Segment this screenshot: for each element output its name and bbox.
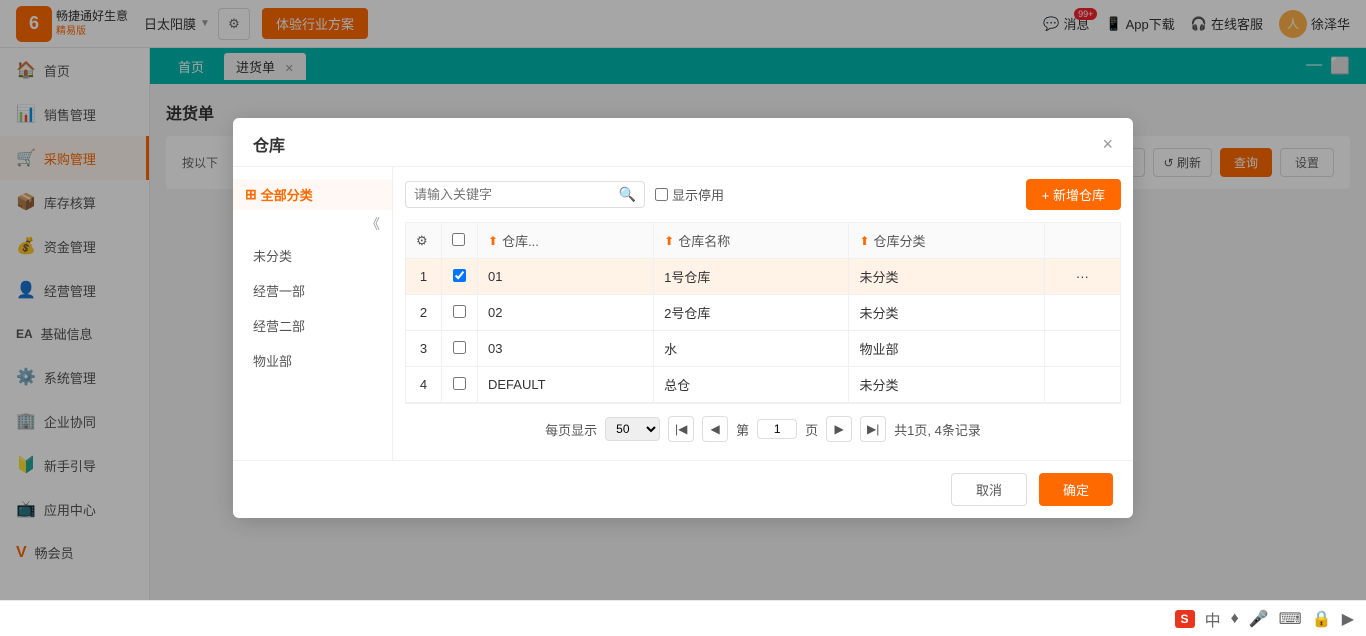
language-icon[interactable]: 中 bbox=[1205, 607, 1221, 631]
td-category: 未分类 bbox=[849, 259, 1044, 295]
category-item-dept1[interactable]: 经营一部 bbox=[233, 273, 392, 308]
td-name: 总仓 bbox=[654, 367, 849, 403]
pagination: 每页显示 50 10 20 100 |◀ ◀ 第 页 ▶ ▶| 共1页, 4条记… bbox=[405, 403, 1121, 448]
modal-close-button[interactable]: × bbox=[1102, 135, 1113, 153]
table-toolbar: 🔍 显示停用 + 新增仓库 bbox=[405, 179, 1121, 210]
page-number-input[interactable] bbox=[757, 419, 797, 439]
sort-name-icon: ⬆ bbox=[664, 234, 674, 248]
add-warehouse-button[interactable]: + 新增仓库 bbox=[1026, 179, 1121, 210]
page-prev-button[interactable]: ◀ bbox=[702, 416, 728, 442]
mic-icon[interactable]: 🎤 bbox=[1249, 609, 1269, 629]
td-category: 未分类 bbox=[849, 367, 1044, 403]
table-row[interactable]: 1 01 1号仓库 未分类 ··· bbox=[406, 259, 1121, 295]
table-header: ⚙ ⬆ 仓库... bbox=[406, 223, 1121, 259]
page-next-button[interactable]: ▶ bbox=[826, 416, 852, 442]
td-code: 01 bbox=[478, 259, 654, 295]
confirm-button[interactable]: 确定 bbox=[1039, 473, 1113, 506]
sort-category-icon: ⬆ bbox=[859, 234, 869, 248]
th-actions bbox=[1044, 223, 1120, 259]
search-icon[interactable]: 🔍 bbox=[619, 186, 636, 203]
td-checkbox[interactable] bbox=[442, 295, 478, 331]
category-item-unclassified[interactable]: 未分类 bbox=[233, 238, 392, 273]
sort-code-icon: ⬆ bbox=[488, 234, 498, 248]
table-row[interactable]: 4 DEFAULT 总仓 未分类 bbox=[406, 367, 1121, 403]
cancel-button[interactable]: 取消 bbox=[951, 473, 1027, 506]
page-total-info: 共1页, 4条记录 bbox=[894, 420, 981, 439]
category-item-dept2[interactable]: 经营二部 bbox=[233, 308, 392, 343]
table-row[interactable]: 3 03 水 物业部 bbox=[406, 331, 1121, 367]
td-code: 03 bbox=[478, 331, 654, 367]
td-row-actions[interactable] bbox=[1044, 295, 1120, 331]
td-name: 1号仓库 bbox=[654, 259, 849, 295]
modal-footer: 取消 确定 bbox=[233, 460, 1133, 518]
modal-overlay: 仓库 × ⊞ 全部分类 《 未分类 经营一部 bbox=[0, 0, 1366, 636]
td-code: 02 bbox=[478, 295, 654, 331]
modal-title: 仓库 bbox=[253, 132, 285, 156]
td-row-actions[interactable] bbox=[1044, 331, 1120, 367]
th-category: ⬆ 仓库分类 bbox=[849, 223, 1044, 259]
show-disabled-label: 显示停用 bbox=[655, 185, 724, 204]
th-check bbox=[442, 223, 478, 259]
play-icon[interactable]: ▶ bbox=[1342, 609, 1354, 629]
td-no: 3 bbox=[406, 331, 442, 367]
diamond-icon[interactable]: ♦ bbox=[1231, 610, 1239, 628]
td-name: 水 bbox=[654, 331, 849, 367]
search-box: 🔍 bbox=[405, 181, 645, 208]
td-no: 4 bbox=[406, 367, 442, 403]
table-row[interactable]: 2 02 2号仓库 未分类 bbox=[406, 295, 1121, 331]
table-panel: 🔍 显示停用 + 新增仓库 bbox=[393, 167, 1133, 460]
brand-s-icon: S bbox=[1175, 610, 1195, 628]
td-checkbox[interactable] bbox=[442, 331, 478, 367]
page-last-button[interactable]: ▶| bbox=[860, 416, 886, 442]
td-name: 2号仓库 bbox=[654, 295, 849, 331]
collapse-button[interactable]: 《 bbox=[362, 210, 384, 238]
table-container: ⚙ ⬆ 仓库... bbox=[405, 222, 1121, 403]
keyboard-icon[interactable]: ⌨ bbox=[1279, 609, 1302, 629]
page-size-select[interactable]: 50 10 20 100 bbox=[605, 417, 660, 441]
warehouse-modal: 仓库 × ⊞ 全部分类 《 未分类 经营一部 bbox=[233, 118, 1133, 518]
select-all-checkbox[interactable] bbox=[452, 233, 465, 246]
td-checkbox[interactable] bbox=[442, 259, 478, 295]
modal-body: ⊞ 全部分类 《 未分类 经营一部 经营二部 物业部 bbox=[233, 167, 1133, 460]
lock-icon[interactable]: 🔒 bbox=[1312, 609, 1332, 629]
td-category: 物业部 bbox=[849, 331, 1044, 367]
td-row-actions[interactable] bbox=[1044, 367, 1120, 403]
td-code: DEFAULT bbox=[478, 367, 654, 403]
grid-icon: ⊞ bbox=[245, 186, 257, 203]
td-checkbox[interactable] bbox=[442, 367, 478, 403]
bottom-bar: S 中 ♦ 🎤 ⌨ 🔒 ▶ bbox=[0, 600, 1366, 636]
warehouse-tbody: 1 01 1号仓库 未分类 ··· 2 02 2号仓库 未分类 3 03 水 物… bbox=[406, 259, 1121, 403]
th-name: ⬆ 仓库名称 bbox=[654, 223, 849, 259]
warehouse-table: ⚙ ⬆ 仓库... bbox=[405, 222, 1121, 403]
show-disabled-checkbox[interactable] bbox=[655, 188, 668, 201]
category-panel: ⊞ 全部分类 《 未分类 经营一部 经营二部 物业部 bbox=[233, 167, 393, 460]
td-no: 1 bbox=[406, 259, 442, 295]
category-item-property[interactable]: 物业部 bbox=[233, 343, 392, 378]
th-gear: ⚙ bbox=[406, 223, 442, 259]
category-all[interactable]: ⊞ 全部分类 bbox=[233, 179, 392, 210]
th-code: ⬆ 仓库... bbox=[478, 223, 654, 259]
td-row-actions[interactable]: ··· bbox=[1044, 259, 1120, 295]
td-no: 2 bbox=[406, 295, 442, 331]
td-category: 未分类 bbox=[849, 295, 1044, 331]
search-input[interactable] bbox=[414, 187, 619, 202]
page-first-button[interactable]: |◀ bbox=[668, 416, 694, 442]
modal-header: 仓库 × bbox=[233, 118, 1133, 167]
